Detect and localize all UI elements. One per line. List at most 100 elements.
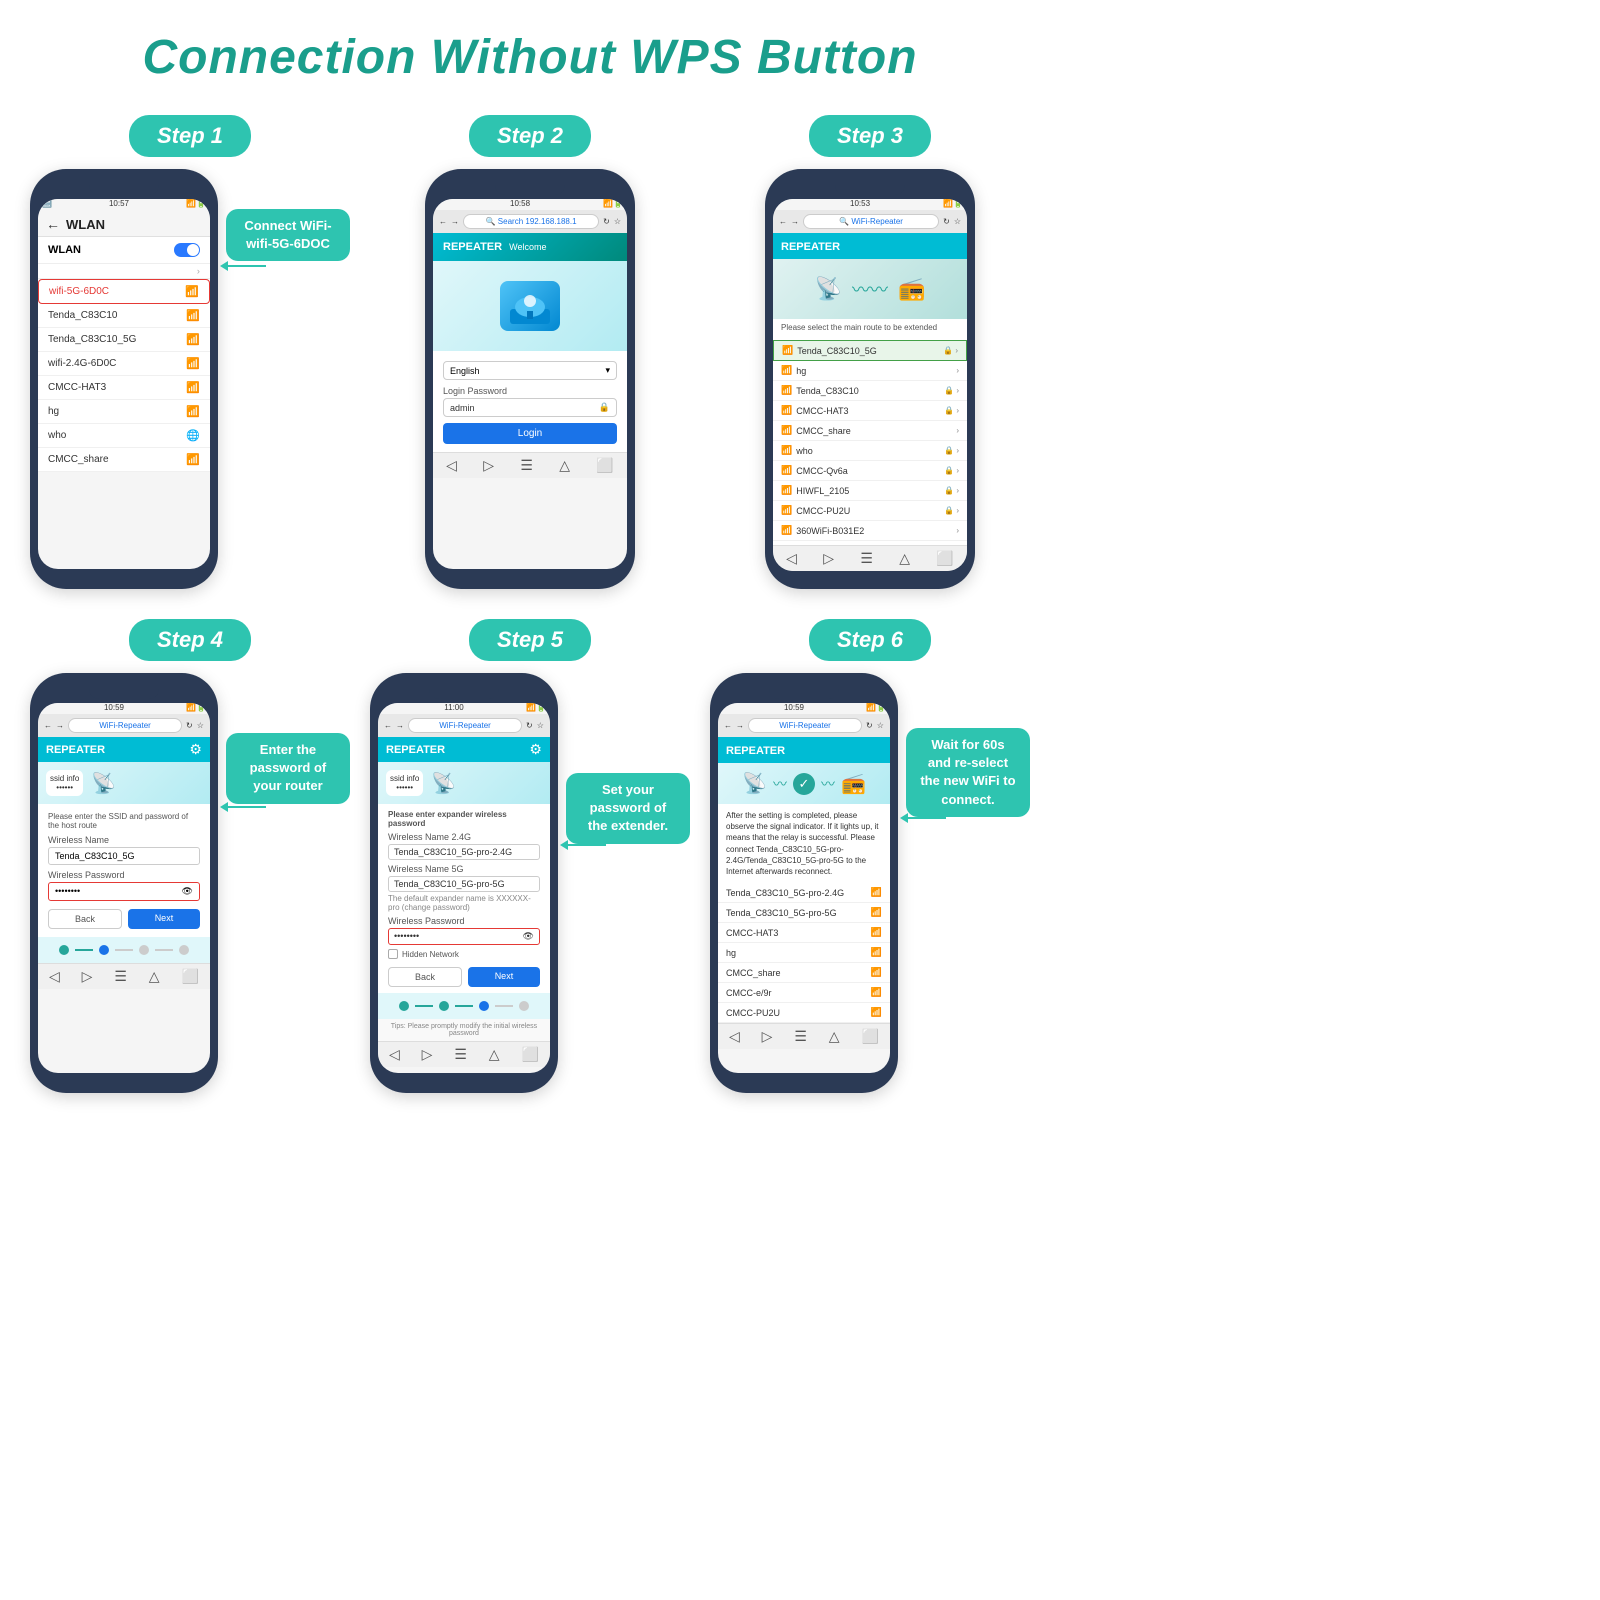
- password-field[interactable]: admin 🔒: [443, 398, 617, 417]
- wifi-select-item-8[interactable]: 📶 CMCC-PU2U 🔒 ›: [773, 501, 967, 521]
- nav-back-icon[interactable]: ◁: [446, 457, 457, 474]
- nav-forward-icon[interactable]: ▷: [483, 457, 494, 474]
- forward-icon-5[interactable]: →: [396, 721, 404, 730]
- s6-wifi-item-1[interactable]: Tenda_C83C10_5G-pro-5G 📶: [718, 903, 890, 923]
- form-section-4: Please enter the SSID and password of th…: [38, 804, 210, 937]
- back-arrow-icon[interactable]: ←: [46, 216, 60, 232]
- bookmark-icon-6[interactable]: ☆: [877, 721, 884, 730]
- s6-wifi-item-6[interactable]: CMCC-PU2U 📶: [718, 1003, 890, 1023]
- nav-back-5[interactable]: ◁: [389, 1046, 400, 1063]
- nav-apps-icon[interactable]: ⬜: [596, 457, 613, 474]
- step-1-phone: 🔙 10:57 📶🔋 ← WLAN WLAN ›: [30, 169, 218, 589]
- s6-wifi-item-3[interactable]: hg 📶: [718, 943, 890, 963]
- settings-icon[interactable]: ⚙: [189, 741, 202, 758]
- nav-menu-icon[interactable]: ☰: [520, 457, 533, 474]
- wifi-select-item-0[interactable]: 📶 Tenda_C83C10_5G 🔒 ›: [773, 340, 967, 361]
- url-bar[interactable]: 🔍 Search 192.168.188.1: [463, 214, 599, 229]
- wifi-item-1[interactable]: Tenda_C83C10 📶: [38, 304, 210, 328]
- bookmark-icon[interactable]: ☆: [614, 217, 621, 226]
- nav-menu-4[interactable]: ☰: [114, 968, 127, 985]
- nav-menu-5[interactable]: ☰: [454, 1046, 467, 1063]
- eye-icon-5[interactable]: 👁: [522, 931, 533, 942]
- forward-icon-4[interactable]: →: [56, 721, 64, 730]
- bookmark-icon-4[interactable]: ☆: [197, 721, 204, 730]
- wifi-select-item-1[interactable]: 📶 hg ›: [773, 361, 967, 381]
- nav-forward-icon-3[interactable]: ▷: [823, 550, 834, 567]
- back-icon-5[interactable]: ←: [384, 721, 392, 730]
- url-bar-3[interactable]: 🔍 WiFi-Repeater: [803, 214, 939, 229]
- wifi-select-item-5[interactable]: 📶 who 🔒 ›: [773, 441, 967, 461]
- wn24-input[interactable]: Tenda_C83C10_5G-pro-2.4G: [388, 844, 540, 860]
- wifi-name-5: hg: [48, 406, 59, 417]
- wifi-item-5[interactable]: hg 📶: [38, 400, 210, 424]
- s6-wifi-item-5[interactable]: CMCC-e/9r 📶: [718, 983, 890, 1003]
- wifi-item-2[interactable]: Tenda_C83C10_5G 📶: [38, 328, 210, 352]
- back-icon-6[interactable]: ←: [724, 721, 732, 730]
- refresh-icon-4[interactable]: ↻: [186, 721, 193, 730]
- s6-wifi-item-2[interactable]: CMCC-HAT3 📶: [718, 923, 890, 943]
- refresh-icon-6[interactable]: ↻: [866, 721, 873, 730]
- wireless-name-input-4[interactable]: Tenda_C83C10_5G: [48, 847, 200, 865]
- wifi-select-item-9[interactable]: 📶 360WiFi-B031E2 ›: [773, 521, 967, 541]
- nav-apps-4[interactable]: ⬜: [181, 968, 198, 985]
- refresh-icon[interactable]: ↻: [603, 217, 610, 226]
- wireless-pass-input-4[interactable]: •••••••• 👁: [48, 882, 200, 901]
- wifi-select-item-4[interactable]: 📶 CMCC_share ›: [773, 421, 967, 441]
- back-button-4[interactable]: Back: [48, 909, 122, 929]
- url-bar-4[interactable]: WiFi-Repeater: [68, 718, 182, 733]
- bookmark-icon-5[interactable]: ☆: [537, 721, 544, 730]
- nav-apps-6[interactable]: ⬜: [861, 1028, 878, 1045]
- s6-wifi-item-4[interactable]: CMCC_share 📶: [718, 963, 890, 983]
- back-button-5[interactable]: Back: [388, 967, 462, 987]
- next-button-4[interactable]: Next: [128, 909, 200, 929]
- s6-wifi-item-0[interactable]: Tenda_C83C10_5G-pro-2.4G 📶: [718, 883, 890, 903]
- back-icon[interactable]: ←: [439, 217, 447, 226]
- nav-fwd-6[interactable]: ▷: [762, 1028, 773, 1045]
- forward-icon-6[interactable]: →: [736, 721, 744, 730]
- nav-menu-icon-3[interactable]: ☰: [860, 550, 873, 567]
- router-icon: 📡: [815, 276, 842, 302]
- nav-back-icon-3[interactable]: ◁: [786, 550, 797, 567]
- forward-icon[interactable]: →: [451, 217, 459, 226]
- wifi-item-4[interactable]: CMCC-HAT3 📶: [38, 376, 210, 400]
- nav-home-4[interactable]: △: [149, 968, 160, 985]
- bookmark-icon-3[interactable]: ☆: [954, 217, 961, 226]
- wifi-item-6[interactable]: who 🌐: [38, 424, 210, 448]
- refresh-icon-5[interactable]: ↻: [526, 721, 533, 730]
- wifi-select-item-2[interactable]: 📶 Tenda_C83C10 🔒 ›: [773, 381, 967, 401]
- wifi-item-3[interactable]: wifi-2.4G-6D0C 📶: [38, 352, 210, 376]
- nav-home-5[interactable]: △: [489, 1046, 500, 1063]
- wifi-select-item-3[interactable]: 📶 CMCC-HAT3 🔒 ›: [773, 401, 967, 421]
- next-button-5[interactable]: Next: [468, 967, 540, 987]
- nav-apps-5[interactable]: ⬜: [521, 1046, 538, 1063]
- back-icon-3[interactable]: ←: [779, 217, 787, 226]
- wlan-toggle[interactable]: [174, 243, 200, 257]
- url-bar-5[interactable]: WiFi-Repeater: [408, 718, 522, 733]
- repeater-label-3: REPEATER: [781, 241, 840, 253]
- nav-home-icon-3[interactable]: △: [899, 550, 910, 567]
- wn5-input[interactable]: Tenda_C83C10_5G-pro-5G: [388, 876, 540, 892]
- wifi-item-7[interactable]: CMCC_share 📶: [38, 448, 210, 472]
- login-button[interactable]: Login: [443, 423, 617, 444]
- nav-apps-icon-3[interactable]: ⬜: [936, 550, 953, 567]
- forward-icon-3[interactable]: →: [791, 217, 799, 226]
- nav-home-6[interactable]: △: [829, 1028, 840, 1045]
- nav-back-6[interactable]: ◁: [729, 1028, 740, 1045]
- settings-icon-5[interactable]: ⚙: [529, 741, 542, 758]
- nav-fwd-4[interactable]: ▷: [82, 968, 93, 985]
- hidden-network-checkbox[interactable]: [388, 949, 398, 959]
- wpass-input[interactable]: •••••••• 👁: [388, 928, 540, 945]
- nav-home-icon[interactable]: △: [559, 457, 570, 474]
- refresh-icon-3[interactable]: ↻: [943, 217, 950, 226]
- eye-icon[interactable]: 👁: [181, 886, 192, 897]
- nav-back-4[interactable]: ◁: [49, 968, 60, 985]
- wifi-select-item-7[interactable]: 📶 HIWFL_2105 🔒 ›: [773, 481, 967, 501]
- wifi-item-highlighted[interactable]: wifi-5G-6D0C 📶: [38, 279, 210, 304]
- language-selector[interactable]: English ▾: [443, 361, 617, 380]
- url-bar-6[interactable]: WiFi-Repeater: [748, 718, 862, 733]
- wifi-select-item-6[interactable]: 📶 CMCC-Qv6a 🔒 ›: [773, 461, 967, 481]
- nav-menu-6[interactable]: ☰: [794, 1028, 807, 1045]
- wifi-name-7: CMCC_share: [48, 454, 109, 465]
- nav-fwd-5[interactable]: ▷: [422, 1046, 433, 1063]
- back-icon-4[interactable]: ←: [44, 721, 52, 730]
